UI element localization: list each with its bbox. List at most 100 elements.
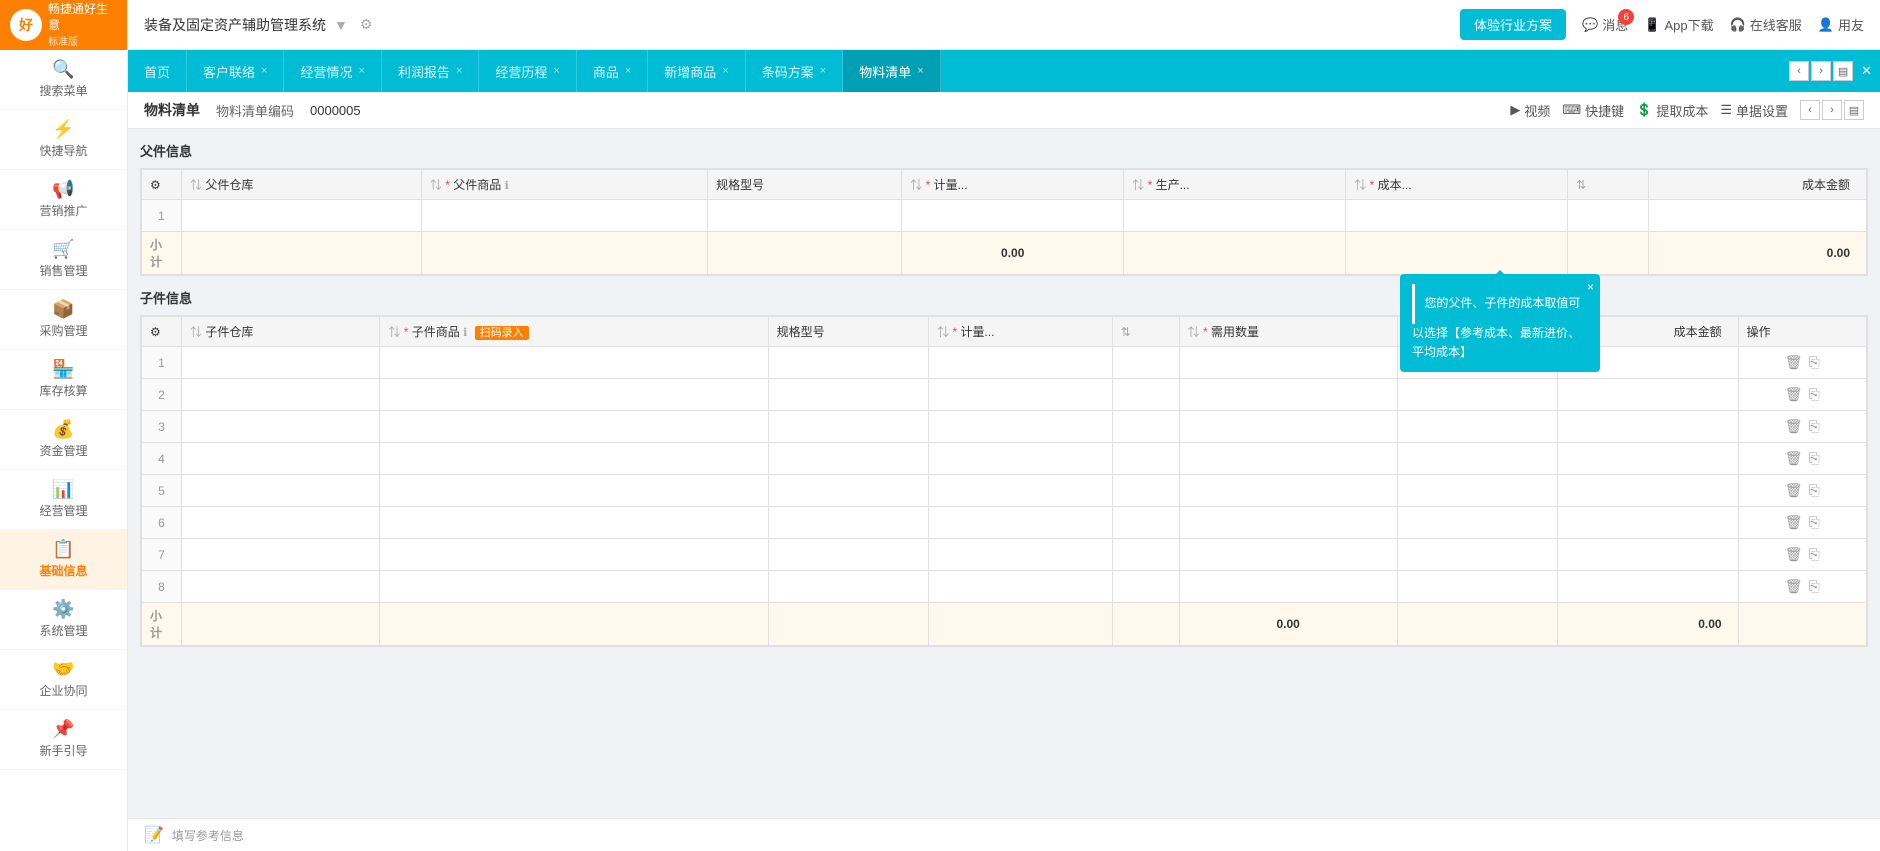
- tab-new-goods-close[interactable]: ×: [722, 65, 728, 77]
- sidebar-item-basic-info[interactable]: 📋 基础信息: [0, 530, 127, 590]
- page-prev-arrow[interactable]: ‹: [1800, 100, 1820, 120]
- child-cell-unit-5[interactable]: [929, 475, 1113, 507]
- child-cell-unit-cost-7[interactable]: [1397, 539, 1558, 571]
- tab-profit[interactable]: 利润报告 ×: [382, 50, 479, 92]
- child-cell-unit-cost-3[interactable]: [1397, 411, 1558, 443]
- shortcut-btn[interactable]: ⌨ 快捷键: [1562, 101, 1624, 120]
- child-cell-goods-8[interactable]: [380, 571, 768, 603]
- child-cell-action-2[interactable]: 🗑 ⎘: [1738, 379, 1866, 411]
- delete-icon-2[interactable]: 🗑: [1785, 386, 1803, 403]
- tab-goods-close[interactable]: ×: [625, 65, 631, 77]
- copy-icon-5[interactable]: ⎘: [1809, 482, 1820, 499]
- child-cell-warehouse-8[interactable]: [182, 571, 380, 603]
- child-cell-quantity-8[interactable]: [1179, 571, 1397, 603]
- child-col-settings[interactable]: ⚙: [142, 317, 182, 347]
- sidebar-item-operation[interactable]: 📊 经营管理: [0, 470, 127, 530]
- scan-badge[interactable]: 扫码录入: [475, 326, 529, 340]
- tab-business-close[interactable]: ×: [358, 65, 364, 77]
- child-cell-quantity-4[interactable]: [1179, 443, 1397, 475]
- parent-cell-warehouse[interactable]: [182, 200, 422, 232]
- copy-icon-7[interactable]: ⎘: [1809, 546, 1820, 563]
- child-cell-warehouse-1[interactable]: [182, 347, 380, 379]
- tab-menu-arrow[interactable]: ▤: [1833, 61, 1853, 81]
- settings-icon[interactable]: ⚙: [360, 16, 373, 33]
- child-cell-action-6[interactable]: 🗑 ⎘: [1738, 507, 1866, 539]
- tab-history[interactable]: 经营历程 ×: [479, 50, 576, 92]
- child-cell-quantity-1[interactable]: [1179, 347, 1397, 379]
- delete-icon-1[interactable]: 🗑: [1785, 354, 1803, 371]
- online-service-action[interactable]: 🎧 在线客服: [1730, 15, 1802, 34]
- child-cell-spec-1[interactable]: [768, 347, 929, 379]
- tooltip-close-btn[interactable]: ×: [1587, 278, 1594, 297]
- copy-icon-6[interactable]: ⎘: [1809, 514, 1820, 531]
- page-list-btn[interactable]: ▤: [1844, 100, 1864, 120]
- sidebar-item-search[interactable]: 🔍 搜索菜单: [0, 50, 127, 110]
- delete-icon-3[interactable]: 🗑: [1785, 418, 1803, 435]
- sidebar-item-purchase[interactable]: 📦 采购管理: [0, 290, 127, 350]
- child-cell-warehouse-4[interactable]: [182, 443, 380, 475]
- delete-icon-7[interactable]: 🗑: [1785, 546, 1803, 563]
- sidebar-item-sales[interactable]: 🛒 销售管理: [0, 230, 127, 290]
- child-cell-quantity-5[interactable]: [1179, 475, 1397, 507]
- child-cell-goods-7[interactable]: [380, 539, 768, 571]
- tab-history-close[interactable]: ×: [553, 65, 559, 77]
- trial-button[interactable]: 体验行业方案: [1460, 9, 1566, 40]
- tab-barcode-close[interactable]: ×: [820, 65, 826, 77]
- tab-customer-close[interactable]: ×: [261, 65, 267, 77]
- tab-customer[interactable]: 客户联络 ×: [187, 50, 284, 92]
- parent-col-settings[interactable]: ⚙: [142, 170, 182, 200]
- tab-home[interactable]: 首页: [128, 50, 187, 92]
- child-cell-unit-2[interactable]: [929, 379, 1113, 411]
- dropdown-icon[interactable]: ▼: [334, 17, 348, 33]
- copy-icon-2[interactable]: ⎘: [1809, 386, 1820, 403]
- parent-cell-cost[interactable]: [1346, 200, 1568, 232]
- copy-icon-4[interactable]: ⎘: [1809, 450, 1820, 467]
- copy-icon-8[interactable]: ⎘: [1809, 578, 1820, 595]
- sidebar-item-finance[interactable]: 💰 资金管理: [0, 410, 127, 470]
- tab-barcode[interactable]: 条码方案 ×: [746, 50, 843, 92]
- tab-new-goods[interactable]: 新增商品 ×: [648, 50, 745, 92]
- child-cell-unit-cost-4[interactable]: [1397, 443, 1558, 475]
- tab-bom[interactable]: 物料清单 ×: [843, 50, 940, 92]
- child-cell-goods-3[interactable]: [380, 411, 768, 443]
- tab-profit-close[interactable]: ×: [456, 65, 462, 77]
- parent-cell-unit[interactable]: [902, 200, 1124, 232]
- tab-bom-close[interactable]: ×: [917, 65, 923, 77]
- child-cell-goods-6[interactable]: [380, 507, 768, 539]
- child-cell-spec-8[interactable]: [768, 571, 929, 603]
- child-cell-goods-5[interactable]: [380, 475, 768, 507]
- message-action[interactable]: 💬 消息 6: [1582, 15, 1628, 34]
- child-cell-unit-cost-2[interactable]: [1397, 379, 1558, 411]
- tab-bar-close[interactable]: ✕: [1861, 63, 1872, 79]
- sidebar-item-enterprise[interactable]: 🤝 企业协同: [0, 650, 127, 710]
- child-cell-warehouse-7[interactable]: [182, 539, 380, 571]
- tab-business[interactable]: 经营情况 ×: [284, 50, 381, 92]
- view-video-btn[interactable]: ▶ 视频: [1510, 101, 1550, 120]
- delete-icon-8[interactable]: 🗑: [1785, 578, 1803, 595]
- child-cell-action-4[interactable]: 🗑 ⎘: [1738, 443, 1866, 475]
- child-cell-goods-4[interactable]: [380, 443, 768, 475]
- child-cell-spec-5[interactable]: [768, 475, 929, 507]
- tab-prev-arrow[interactable]: ‹: [1789, 61, 1809, 81]
- user-action[interactable]: 👤 用友: [1818, 15, 1864, 34]
- child-cell-unit-6[interactable]: [929, 507, 1113, 539]
- child-cell-spec-4[interactable]: [768, 443, 929, 475]
- app-download-action[interactable]: 📱 App下载: [1644, 15, 1713, 34]
- child-cell-warehouse-6[interactable]: [182, 507, 380, 539]
- child-cell-quantity-7[interactable]: [1179, 539, 1397, 571]
- sidebar-item-marketing[interactable]: 📢 营销推广: [0, 170, 127, 230]
- child-cell-spec-3[interactable]: [768, 411, 929, 443]
- child-cell-quantity-2[interactable]: [1179, 379, 1397, 411]
- child-cell-unit-8[interactable]: [929, 571, 1113, 603]
- child-cell-warehouse-2[interactable]: [182, 379, 380, 411]
- delete-icon-5[interactable]: 🗑: [1785, 482, 1803, 499]
- child-cell-unit-4[interactable]: [929, 443, 1113, 475]
- child-cell-action-7[interactable]: 🗑 ⎘: [1738, 539, 1866, 571]
- child-cell-action-8[interactable]: 🗑 ⎘: [1738, 571, 1866, 603]
- copy-icon-1[interactable]: ⎘: [1809, 354, 1820, 371]
- child-cell-goods-1[interactable]: [380, 347, 768, 379]
- tab-goods[interactable]: 商品 ×: [577, 50, 648, 92]
- child-cell-unit-7[interactable]: [929, 539, 1113, 571]
- child-cell-spec-7[interactable]: [768, 539, 929, 571]
- child-cell-unit-cost-5[interactable]: [1397, 475, 1558, 507]
